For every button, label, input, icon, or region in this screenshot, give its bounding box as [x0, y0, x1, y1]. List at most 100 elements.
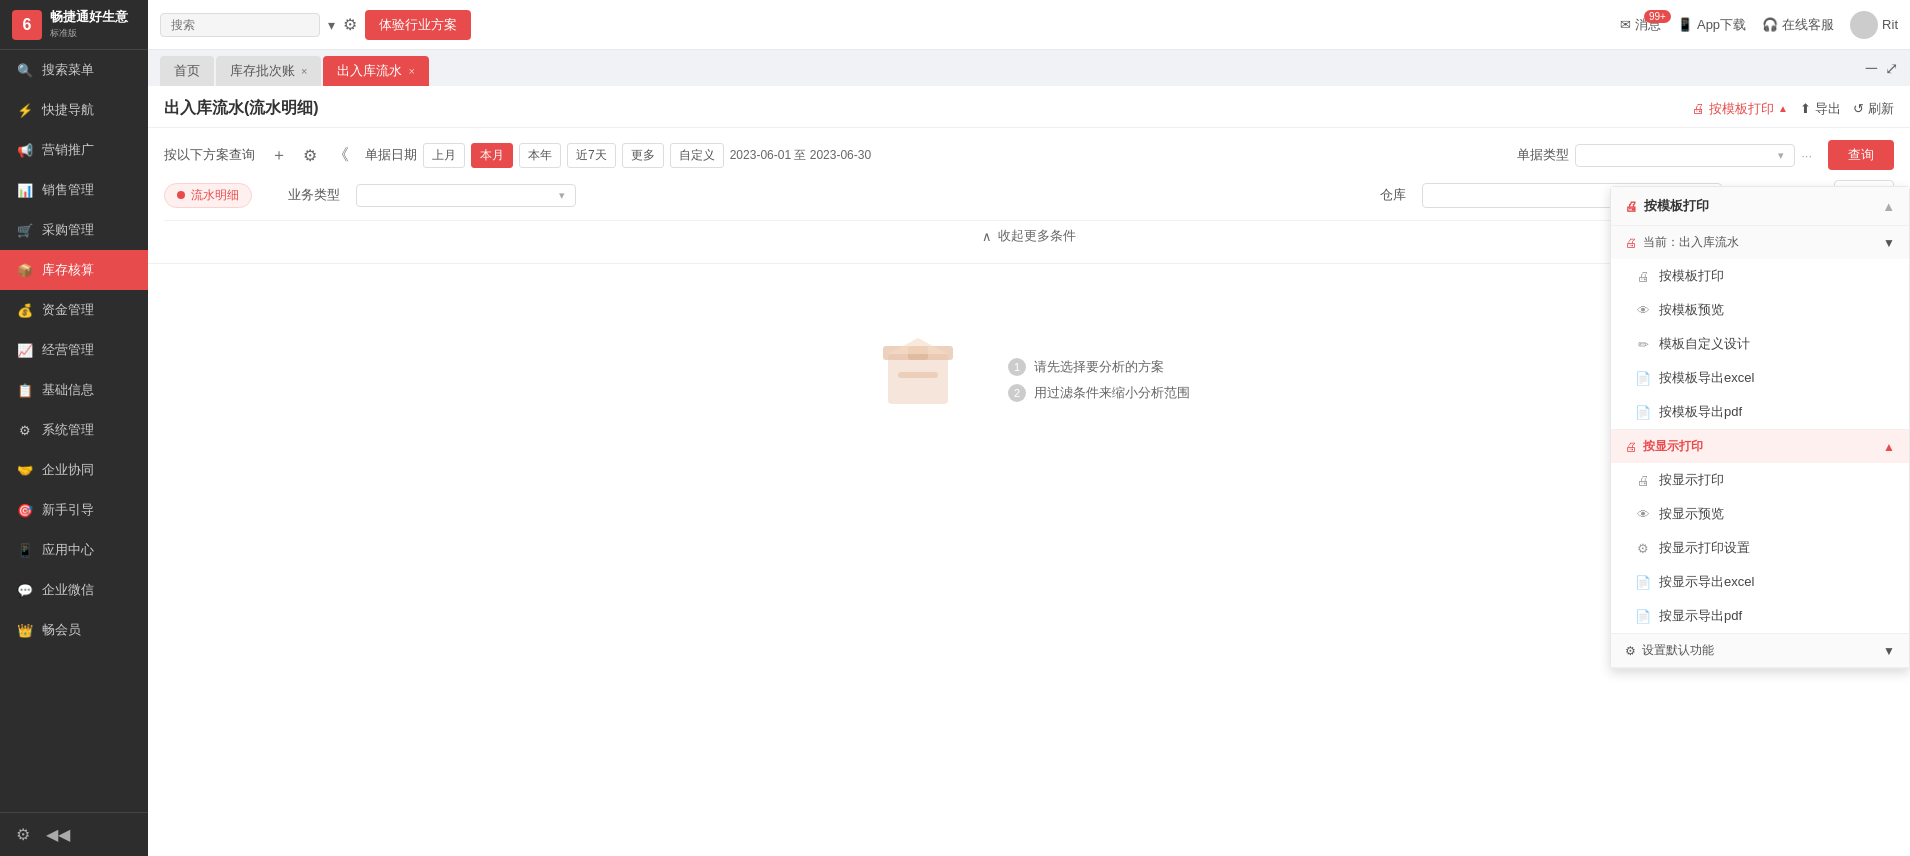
dropdown-display-print-settings[interactable]: ⚙ 按显示打印设置: [1611, 531, 1909, 565]
sidebar-item-finance[interactable]: 💰 资金管理: [0, 290, 148, 330]
sidebar-item-operations[interactable]: 📈 经营管理: [0, 330, 148, 370]
sidebar-item-purchase[interactable]: 🛒 采购管理: [0, 210, 148, 250]
dropdown-display-print[interactable]: 🖨 按显示打印: [1611, 463, 1909, 497]
app-download-button[interactable]: 📱 App下载: [1677, 16, 1746, 34]
display-preview-icon: 👁: [1635, 506, 1651, 522]
sidebar: 6 畅捷通好生意 标准版 🔍 搜索菜单 ⚡ 快捷导航 📢 营销推广 📊 销售管理…: [0, 0, 148, 856]
tab-bar-right: ─ ⤢: [1866, 59, 1898, 84]
type-more-icon[interactable]: ···: [1801, 148, 1812, 163]
dropdown-template-pdf[interactable]: 📄 按模板导出pdf: [1611, 395, 1909, 429]
date-range-label: 2023-06-01 至 2023-06-30: [730, 147, 871, 164]
current-template-icon: 🖨: [1625, 236, 1637, 250]
tab-batch-account[interactable]: 库存批次账 ×: [216, 56, 321, 86]
system-icon: ⚙: [16, 421, 34, 439]
dropdown-display-sub-header[interactable]: 🖨 按显示打印 ▲: [1611, 430, 1909, 463]
dropdown-default-arrow: ▼: [1883, 644, 1895, 658]
date-this-month-button[interactable]: 本月: [471, 143, 513, 168]
minimize-button[interactable]: ─: [1866, 59, 1877, 77]
industry-solution-button[interactable]: 体验行业方案: [365, 10, 471, 40]
dropdown-display-excel[interactable]: 📄 按显示导出excel: [1611, 565, 1909, 599]
app-download-label: App下载: [1697, 16, 1746, 34]
collapse-sidebar-icon[interactable]: ◀◀: [46, 825, 70, 844]
type-select[interactable]: ▾: [1575, 144, 1795, 167]
dropdown-template-print[interactable]: 🖨 按模板打印: [1611, 259, 1909, 293]
date-more-button[interactable]: 更多: [622, 143, 664, 168]
sidebar-item-marketing[interactable]: 📢 营销推广: [0, 130, 148, 170]
date-this-year-button[interactable]: 本年: [519, 143, 561, 168]
sidebar-item-app-center[interactable]: 📱 应用中心: [0, 530, 148, 570]
date-custom-button[interactable]: 自定义: [670, 143, 724, 168]
sidebar-item-label: 销售管理: [42, 181, 94, 199]
dropdown-template-sub-header[interactable]: 🖨 当前：出入库流水 ▼: [1611, 226, 1909, 259]
refresh-button[interactable]: ↺ 刷新: [1853, 100, 1894, 118]
sidebar-item-system[interactable]: ⚙ 系统管理: [0, 410, 148, 450]
user-name-label: Rit: [1882, 17, 1898, 32]
wechat-icon: 💬: [16, 581, 34, 599]
dropdown-default-sub-header[interactable]: ⚙ 设置默认功能 ▼: [1611, 634, 1909, 667]
dropdown-display-pdf[interactable]: 📄 按显示导出pdf: [1611, 599, 1909, 633]
sidebar-item-search[interactable]: 🔍 搜索菜单: [0, 50, 148, 90]
tag-dot: [177, 191, 185, 199]
dropdown-panel: 🖨 按模板打印 ▲ 🖨 当前：出入库流水 ▼ 🖨 按模板打印: [1610, 186, 1910, 669]
tip-num-1: 1: [1008, 358, 1026, 376]
search-input[interactable]: [160, 13, 320, 37]
date-filter: 单据日期 上月 本月 本年 近7天 更多 自定义 2023-06-01 至 20…: [365, 143, 871, 168]
sidebar-item-inventory[interactable]: 📦 库存核算: [0, 250, 148, 290]
message-button[interactable]: ✉ 消息 99+: [1620, 16, 1661, 34]
dropdown-template-excel[interactable]: 📄 按模板导出excel: [1611, 361, 1909, 395]
topbar-gear-button[interactable]: ⚙: [343, 15, 357, 34]
filter-collapse-button[interactable]: 《: [333, 145, 349, 166]
purchase-icon: 🛒: [16, 221, 34, 239]
flow-detail-tag[interactable]: 流水明细: [164, 183, 252, 208]
operations-icon: 📈: [16, 341, 34, 359]
logo-area: 6 畅捷通好生意 标准版: [0, 0, 148, 50]
tab-flow-close[interactable]: ×: [408, 65, 414, 77]
date-last-7-days-button[interactable]: 近7天: [567, 143, 616, 168]
business-type-select[interactable]: ▾: [356, 184, 576, 207]
preview-icon: 👁: [1635, 302, 1651, 318]
sidebar-item-guide[interactable]: 🎯 新手引导: [0, 490, 148, 530]
date-last-month-button[interactable]: 上月: [423, 143, 465, 168]
pdf-icon: 📄: [1635, 404, 1651, 420]
filter-row-1: 按以下方案查询 ＋ ⚙ 《 单据日期 上月 本月 本年 近7天 更多 自定义 2…: [164, 140, 1894, 170]
guide-icon: 🎯: [16, 501, 34, 519]
inventory-icon: 📦: [16, 261, 34, 279]
maximize-button[interactable]: ⤢: [1885, 59, 1898, 78]
settings-footer-icon[interactable]: ⚙: [16, 825, 30, 844]
chevron-up-icon: ∧: [982, 229, 992, 244]
warehouse-label: 仓库: [1380, 186, 1406, 204]
sidebar-item-basic-info[interactable]: 📋 基础信息: [0, 370, 148, 410]
dropdown-display-arrow: ▲: [1883, 440, 1895, 454]
sales-icon: 📊: [16, 181, 34, 199]
topbar-dropdown-button[interactable]: ▾: [328, 17, 335, 33]
print-icon: 🖨: [1635, 268, 1651, 284]
filter-settings-icon-button[interactable]: ⚙: [303, 146, 317, 165]
sidebar-item-sales[interactable]: 📊 销售管理: [0, 170, 148, 210]
sidebar-item-label: 资金管理: [42, 301, 94, 319]
sidebar-item-cooperation[interactable]: 🤝 企业协同: [0, 450, 148, 490]
export-button[interactable]: ⬆ 导出: [1800, 100, 1841, 118]
print-template-button[interactable]: 🖨 按模板打印 ▲: [1692, 100, 1788, 118]
svg-rect-0: [888, 354, 948, 404]
message-icon: ✉: [1620, 17, 1631, 32]
sidebar-item-wechat[interactable]: 💬 企业微信: [0, 570, 148, 610]
tab-flow[interactable]: 出入库流水 ×: [323, 56, 428, 86]
online-service-button[interactable]: 🎧 在线客服: [1762, 16, 1834, 34]
sidebar-item-membership[interactable]: 👑 畅会员: [0, 610, 148, 650]
tab-home[interactable]: 首页: [160, 56, 214, 86]
dropdown-template-custom[interactable]: ✏ 模板自定义设计: [1611, 327, 1909, 361]
dropdown-collapse-arrow[interactable]: ▲: [1882, 199, 1895, 214]
display-print-header-icon: 🖨: [1625, 440, 1637, 454]
type-filter-label: 单据类型: [1517, 146, 1569, 164]
sidebar-item-quick-nav[interactable]: ⚡ 快捷导航: [0, 90, 148, 130]
dropdown-display-preview[interactable]: 👁 按显示预览: [1611, 497, 1909, 531]
filter-add-button[interactable]: ＋: [271, 145, 287, 166]
dropdown-template-preview[interactable]: 👁 按模板预览: [1611, 293, 1909, 327]
dropdown-title: 🖨 按模板打印: [1625, 197, 1709, 215]
tab-batch-account-close[interactable]: ×: [301, 65, 307, 77]
display-pdf-icon: 📄: [1635, 608, 1651, 624]
query-button[interactable]: 查询: [1828, 140, 1894, 170]
dropdown-template-section: 🖨 当前：出入库流水 ▼ 🖨 按模板打印 👁 按模板预览 ✏ 模板自定义设计: [1611, 226, 1909, 430]
sidebar-nav: 🔍 搜索菜单 ⚡ 快捷导航 📢 营销推广 📊 销售管理 🛒 采购管理 📦 库存核…: [0, 50, 148, 812]
user-avatar-button[interactable]: Rit: [1850, 11, 1898, 39]
